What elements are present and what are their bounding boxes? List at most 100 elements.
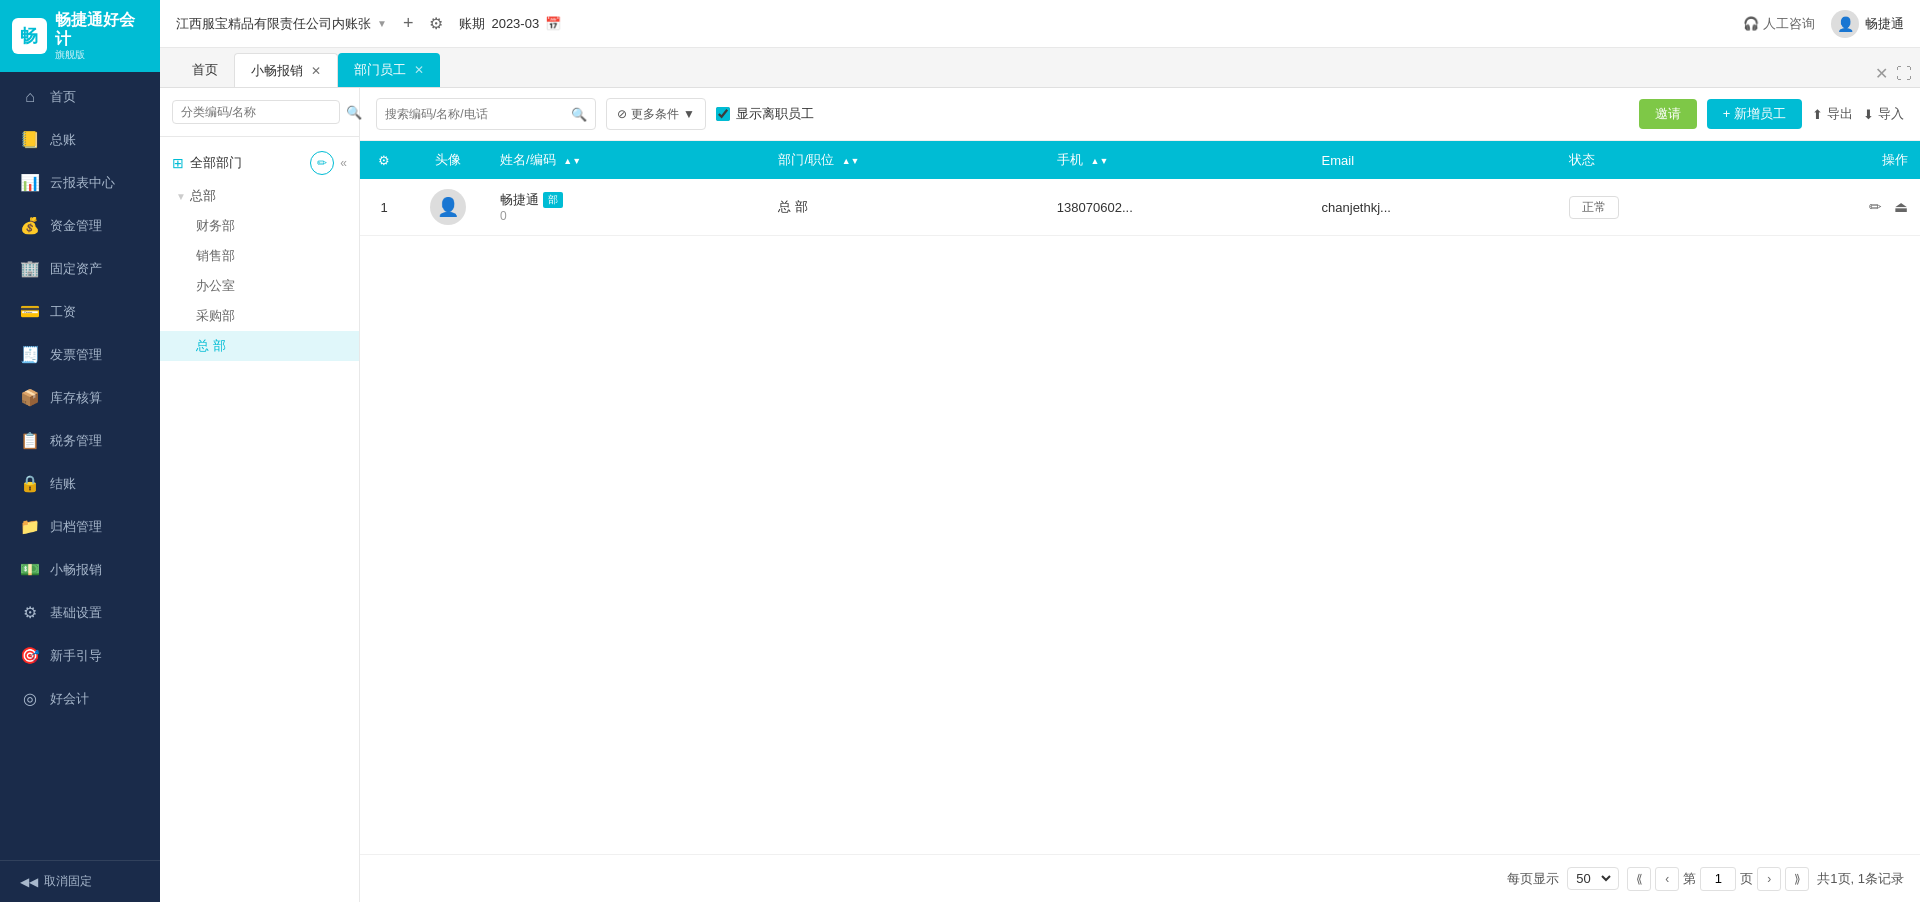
sidebar-item-guide[interactable]: 🎯 新手引导 (0, 634, 160, 677)
sidebar-item-closing[interactable]: 🔒 结账 (0, 462, 160, 505)
dept-group-root: ▼ 总部 财务部 销售部 办公室 采购部 (160, 181, 359, 361)
xiaochang-icon: 💵 (20, 560, 40, 579)
sidebar-item-more[interactable]: ◎ 好会计 (0, 677, 160, 720)
service-button[interactable]: 🎧 人工咨询 (1743, 15, 1815, 33)
page-first-button[interactable]: ⟪ (1627, 867, 1651, 891)
sidebar-item-funds[interactable]: 💰 资金管理 (0, 204, 160, 247)
employee-search-input[interactable] (385, 107, 565, 121)
sidebar-item-reports[interactable]: 📊 云报表中心 (0, 161, 160, 204)
headset-icon: 🎧 (1743, 16, 1759, 31)
tab-employees-close[interactable]: ✕ (414, 63, 424, 77)
dept-item-finance[interactable]: 财务部 (160, 211, 359, 241)
invoice-icon: 🧾 (20, 345, 40, 364)
search-icon: 🔍 (571, 107, 587, 122)
table-row: 1 👤 畅捷通 部 0 总 部 (360, 179, 1920, 236)
page-size-dropdown[interactable]: 50 100 (1572, 870, 1614, 887)
company-dropdown-icon: ▼ (377, 18, 387, 29)
sidebar-item-archive[interactable]: 📁 归档管理 (0, 505, 160, 548)
col-dept[interactable]: 部门/职位 ▲▼ (766, 141, 1044, 179)
name-tag: 畅捷通 部 (500, 191, 563, 209)
toolbar-right-actions: 邀请 + 新增员工 ⬆ 导出 ⬇ 导入 (1639, 99, 1904, 129)
dept-item-sales[interactable]: 销售部 (160, 241, 359, 271)
topbar-right: 🎧 人工咨询 👤 畅捷通 (1743, 10, 1904, 38)
employee-search-bar[interactable]: 🔍 (376, 98, 596, 130)
sidebar-item-invoice[interactable]: 🧾 发票管理 (0, 333, 160, 376)
close-tab-button[interactable]: ✕ (1875, 64, 1888, 83)
row-phone: 138070602... (1045, 179, 1310, 236)
dept-search-input[interactable] (172, 100, 340, 124)
export-icon: ⬆ (1812, 107, 1823, 122)
add-employee-button[interactable]: + 新增员工 (1707, 99, 1802, 129)
add-account-button[interactable]: + (403, 13, 414, 34)
dept-header-left: ⊞ 全部部门 (172, 154, 242, 172)
sort-dept-icon: ▲▼ (842, 157, 860, 166)
row-name: 畅捷通 部 0 (488, 179, 766, 236)
resigned-checkbox-input[interactable] (716, 107, 730, 121)
logout-icon[interactable]: ⏏ (1894, 198, 1908, 216)
company-selector[interactable]: 江西服宝精品有限责任公司内账张 ▼ (176, 15, 387, 33)
page-last-button[interactable]: ⟫ (1785, 867, 1809, 891)
sidebar-item-salary[interactable]: 💳 工资 (0, 290, 160, 333)
col-phone[interactable]: 手机 ▲▼ (1045, 141, 1310, 179)
row-code: 0 (500, 209, 754, 223)
dept-item-office[interactable]: 办公室 (160, 271, 359, 301)
dept-item-general[interactable]: 总 部 (160, 331, 359, 361)
tax-icon: 📋 (20, 431, 40, 450)
content-area: 🔍 ⊞ 全部部门 ✏ « ▼ 总部 (160, 88, 1920, 902)
page-number-input[interactable] (1700, 867, 1736, 891)
guide-icon: 🎯 (20, 646, 40, 665)
tab-home[interactable]: 首页 (176, 53, 234, 87)
sidebar-item-xiaochang[interactable]: 💵 小畅报销 (0, 548, 160, 591)
sidebar-nav: ⌂ 首页 📒 总账 📊 云报表中心 💰 资金管理 🏢 固定资产 💳 工资 🧾 发… (0, 72, 160, 860)
page-navigation: ⟪ ‹ 第 页 › ⟫ (1627, 867, 1809, 891)
page-prev-button[interactable]: ‹ (1655, 867, 1679, 891)
dept-tree: ⊞ 全部部门 ✏ « ▼ 总部 财务部 (160, 137, 359, 902)
closing-icon: 🔒 (20, 474, 40, 493)
dept-header[interactable]: ⊞ 全部部门 ✏ « (160, 145, 359, 181)
company-name: 江西服宝精品有限责任公司内账张 (176, 15, 371, 33)
col-settings[interactable]: ⚙ (360, 141, 408, 179)
tab-bar: 首页 小畅报销 ✕ 部门员工 ✕ ✕ ⛶ (160, 48, 1920, 88)
filter-button[interactable]: ⊘ 更多条件 ▼ (606, 98, 706, 130)
dept-item-purchase[interactable]: 采购部 (160, 301, 359, 331)
sidebar-item-inventory[interactable]: 📦 库存核算 (0, 376, 160, 419)
tab-employees[interactable]: 部门员工 ✕ (338, 53, 440, 87)
sidebar-item-settings[interactable]: ⚙ 基础设置 (0, 591, 160, 634)
col-name[interactable]: 姓名/编码 ▲▼ (488, 141, 766, 179)
cancel-pin-button[interactable]: ◀◀ 取消固定 (20, 873, 140, 890)
logo: 畅 畅捷通好会计 旗舰版 (0, 0, 160, 72)
reports-icon: 📊 (20, 173, 40, 192)
employee-toolbar: 🔍 ⊘ 更多条件 ▼ 显示离职员工 邀请 + 新增员工 ⬆ 导出 (360, 88, 1920, 141)
dept-edit-button[interactable]: ✏ (310, 151, 334, 175)
edit-icon[interactable]: ✏ (1869, 198, 1882, 216)
maximize-tab-button[interactable]: ⛶ (1896, 65, 1912, 83)
settings-nav-icon: ⚙ (20, 603, 40, 622)
row-dept: 总 部 (766, 179, 1044, 236)
department-panel: 🔍 ⊞ 全部部门 ✏ « ▼ 总部 (160, 88, 360, 902)
action-icons: ✏ ⏏ (1765, 198, 1908, 216)
import-button[interactable]: ⬇ 导入 (1863, 105, 1904, 123)
show-resigned-checkbox[interactable]: 显示离职员工 (716, 105, 814, 123)
period-selector[interactable]: 账期 2023-03 📅 (459, 15, 561, 33)
invite-button[interactable]: 邀请 (1639, 99, 1697, 129)
ledger-icon: 📒 (20, 130, 40, 149)
page-next-button[interactable]: › (1757, 867, 1781, 891)
sidebar-item-assets[interactable]: 🏢 固定资产 (0, 247, 160, 290)
user-menu[interactable]: 👤 畅捷通 (1831, 10, 1904, 38)
dept-item-root[interactable]: ▼ 总部 (160, 181, 359, 211)
more-icon: ◎ (20, 689, 40, 708)
topbar: 江西服宝精品有限责任公司内账张 ▼ + ⚙ 账期 2023-03 📅 🎧 人工咨… (160, 0, 1920, 48)
col-avatar: 头像 (408, 141, 488, 179)
tab-expense[interactable]: 小畅报销 ✕ (234, 53, 338, 87)
page-size-select[interactable]: 50 100 (1567, 867, 1619, 890)
sidebar-item-tax[interactable]: 📋 税务管理 (0, 419, 160, 462)
tab-expense-close[interactable]: ✕ (311, 64, 321, 78)
sidebar-item-home[interactable]: ⌂ 首页 (0, 76, 160, 118)
sort-phone-icon: ▲▼ (1090, 157, 1108, 166)
export-button[interactable]: ⬆ 导出 (1812, 105, 1853, 123)
account-settings-icon[interactable]: ⚙ (429, 14, 443, 33)
row-avatar: 👤 (408, 179, 488, 236)
sidebar-item-ledger[interactable]: 📒 总账 (0, 118, 160, 161)
collapse-icon[interactable]: « (340, 156, 347, 170)
expand-icon: ▼ (176, 191, 186, 202)
